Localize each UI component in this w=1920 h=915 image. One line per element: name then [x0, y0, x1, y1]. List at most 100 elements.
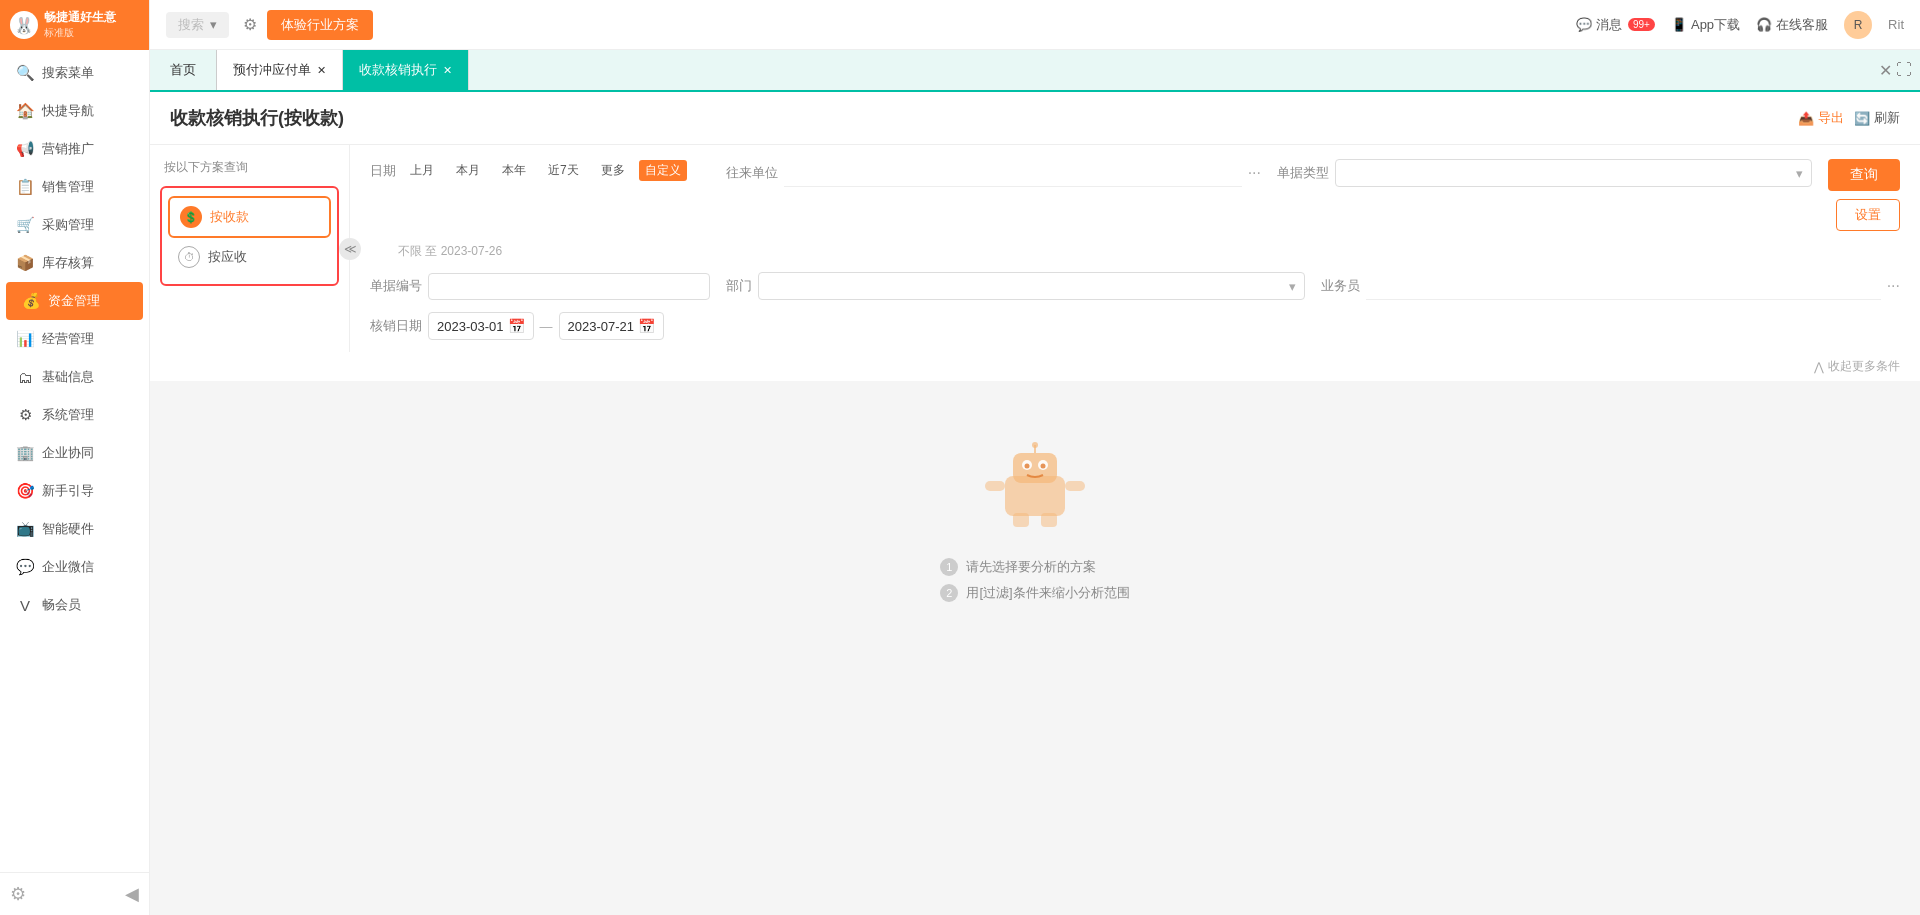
- sidebar-item-label-newbie: 新手引导: [42, 482, 94, 500]
- verify-date-end-input[interactable]: 2023-07-21 📅: [559, 312, 665, 340]
- sidebar-item-label-member: 畅会员: [42, 596, 81, 614]
- service-action[interactable]: 🎧 在线客服: [1756, 16, 1828, 34]
- sidebar-item-inventory[interactable]: 📦库存核算: [0, 244, 149, 282]
- receivable-icon: ⏱: [178, 246, 200, 268]
- tab-prepay[interactable]: 预付冲应付单 ✕: [217, 50, 343, 90]
- sidebar-item-enterprise[interactable]: 🏢 企业协同: [0, 434, 149, 472]
- staff-more-btn[interactable]: ···: [1887, 277, 1900, 295]
- date-field: 日期 上月 本月 本年 近7天 更多 自定义: [370, 159, 710, 182]
- message-badge: 99+: [1628, 18, 1655, 31]
- header-search-area: 搜索 ▾: [166, 12, 229, 38]
- sidebar-item-marketing[interactable]: 📢营销推广: [0, 130, 149, 168]
- solution-button[interactable]: 体验行业方案: [267, 10, 373, 40]
- svg-rect-10: [1013, 513, 1029, 527]
- verify-date-field: 核销日期 2023-03-01 📅 — 2023-07-21 📅: [370, 312, 710, 340]
- verify-date-end-calendar-icon[interactable]: 📅: [638, 318, 655, 334]
- query-button[interactable]: 查询: [1828, 159, 1900, 191]
- sidebar-item-label-enterprise: 企业协同: [42, 444, 94, 462]
- doc-type-select[interactable]: ▾: [1335, 159, 1812, 187]
- tab-prepay-label: 预付冲应付单: [233, 61, 311, 79]
- svg-rect-9: [1065, 481, 1085, 491]
- maximize-tab-icon[interactable]: ⛶: [1896, 61, 1912, 79]
- tab-home[interactable]: 首页: [150, 50, 217, 90]
- staff-field: 业务员 ···: [1321, 272, 1900, 300]
- tab-collection[interactable]: 收款核销执行 ✕: [343, 50, 469, 90]
- page-title: 收款核销执行(按收款): [170, 106, 344, 144]
- sidebar-item-finance[interactable]: 💰资金管理: [6, 282, 143, 320]
- date-this-year[interactable]: 本年: [494, 159, 534, 182]
- sidebar-item-hardware[interactable]: 📺智能硬件: [0, 510, 149, 548]
- filter-by-receipt[interactable]: 💲 按收款: [168, 196, 331, 238]
- filter-area: 按以下方案查询 💲 按收款 ⏱ 按应收 ≪: [150, 145, 1920, 352]
- tab-bar: 首页 预付冲应付单 ✕ 收款核销执行 ✕ ✕ ⛶: [150, 50, 1920, 92]
- tab-prepay-close[interactable]: ✕: [317, 64, 326, 77]
- top-header: 搜索 ▾ ⚙ 体验行业方案 💬 消息 99+ 📱 App下载 🎧 在线客服 R …: [150, 0, 1920, 50]
- collapse-more-bar[interactable]: ⋀ 收起更多条件: [150, 352, 1920, 381]
- collapse-filter-sidebar[interactable]: ≪: [339, 238, 361, 260]
- date-more[interactable]: 更多: [593, 159, 633, 182]
- query-col: 查询 设置: [1828, 159, 1900, 231]
- setting-button[interactable]: 设置: [1836, 199, 1900, 231]
- export-icon: 📤: [1798, 111, 1814, 126]
- purchase-icon: 🛒: [16, 216, 34, 234]
- sidebar-item-wechat[interactable]: 💬企业微信: [0, 548, 149, 586]
- sidebar-item-quick[interactable]: 🏠快捷导航: [0, 92, 149, 130]
- export-button[interactable]: 📤 导出: [1798, 109, 1844, 127]
- search-icon: 🔍: [16, 64, 34, 82]
- message-action[interactable]: 💬 消息 99+: [1576, 16, 1655, 34]
- sidebar-item-label-sales: 销售管理: [42, 178, 94, 196]
- app-version: 标准版: [44, 26, 116, 40]
- verify-date-start-input[interactable]: 2023-03-01 📅: [428, 312, 534, 340]
- tab-collection-close[interactable]: ✕: [443, 64, 452, 77]
- filter-sidebar-title: 按以下方案查询: [160, 159, 339, 176]
- settings-icon[interactable]: ⚙: [10, 883, 26, 905]
- sidebar-item-member[interactable]: V 畅会员: [0, 586, 149, 624]
- sidebar-item-purchase[interactable]: 🛒采购管理: [0, 206, 149, 244]
- app-download-action[interactable]: 📱 App下载: [1671, 16, 1740, 34]
- date-label: 日期: [370, 162, 396, 180]
- doc-no-input[interactable]: [428, 273, 710, 300]
- verify-date-start-calendar-icon[interactable]: 📅: [508, 318, 525, 334]
- header-gear-icon[interactable]: ⚙: [243, 15, 257, 34]
- app-icon: 📱: [1671, 17, 1687, 32]
- filter-by-receivable[interactable]: ⏱ 按应收: [168, 238, 331, 276]
- user-avatar: R: [1844, 11, 1872, 39]
- logo-icon: 🐰: [10, 11, 38, 39]
- sidebar-item-sales[interactable]: 📋销售管理: [0, 168, 149, 206]
- date-7days[interactable]: 近7天: [540, 159, 587, 182]
- hint-num-2: 2: [940, 584, 958, 602]
- enterprise-icon: 🏢: [16, 444, 34, 462]
- finance-icon: 💰: [22, 292, 40, 310]
- page-header-actions: 📤 导出 🔄 刷新: [1798, 109, 1900, 141]
- close-tab-icon[interactable]: ✕: [1879, 61, 1892, 80]
- message-icon: 💬: [1576, 17, 1592, 32]
- sidebar-item-newbie[interactable]: 🎯新手引导: [0, 472, 149, 510]
- sidebar-item-label-basic: 基础信息: [42, 368, 94, 386]
- inventory-icon: 📦: [16, 254, 34, 272]
- verify-date-label: 核销日期: [370, 317, 422, 335]
- date-this-month[interactable]: 本月: [448, 159, 488, 182]
- empty-hint-1: 1 请先选择要分析的方案: [940, 558, 1129, 576]
- dept-select[interactable]: ▾: [758, 272, 1305, 300]
- filter-form: 日期 上月 本月 本年 近7天 更多 自定义 往来单位 ···: [350, 145, 1920, 352]
- sidebar-item-basic[interactable]: 🗂基础信息: [0, 358, 149, 396]
- refresh-button[interactable]: 🔄 刷新: [1854, 109, 1900, 127]
- dept-label: 部门: [726, 277, 752, 295]
- partner-more-btn[interactable]: ···: [1248, 164, 1261, 182]
- filter-row-1: 日期 上月 本月 本年 近7天 更多 自定义 往来单位 ···: [370, 159, 1900, 231]
- sidebar-item-operation[interactable]: 📊经营管理: [0, 320, 149, 358]
- service-label: 在线客服: [1776, 16, 1828, 34]
- sidebar-item-system[interactable]: ⚙系统管理: [0, 396, 149, 434]
- header-actions: 💬 消息 99+ 📱 App下载 🎧 在线客服 R Rit: [1576, 11, 1904, 39]
- header-dropdown-icon[interactable]: ▾: [210, 17, 217, 32]
- date-custom-badge[interactable]: 自定义: [639, 160, 687, 181]
- collapse-label: 收起更多条件: [1828, 358, 1900, 375]
- date-last-month[interactable]: 上月: [402, 159, 442, 182]
- dept-field: 部门 ▾: [726, 272, 1305, 300]
- sidebar-item-search[interactable]: 🔍搜索菜单: [0, 54, 149, 92]
- doc-type-label: 单据类型: [1277, 164, 1329, 182]
- collapse-sidebar-icon[interactable]: ◀: [125, 883, 139, 905]
- member-icon: V: [16, 597, 34, 614]
- sidebar-item-label-wechat: 企业微信: [42, 558, 94, 576]
- refresh-icon: 🔄: [1854, 111, 1870, 126]
